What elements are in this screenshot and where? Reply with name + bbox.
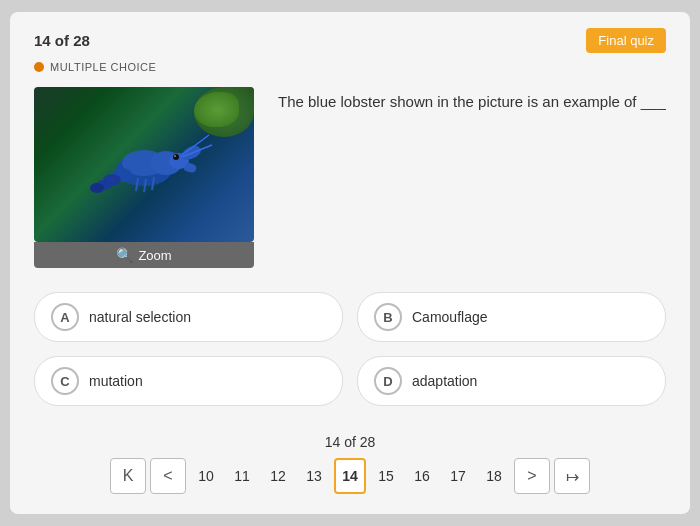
answer-letter-c: C bbox=[51, 367, 79, 395]
lobster-svg bbox=[74, 115, 214, 215]
page-17[interactable]: 17 bbox=[442, 458, 474, 494]
first-page-button[interactable]: K bbox=[110, 458, 146, 494]
svg-point-5 bbox=[90, 183, 104, 193]
answer-letter-d: D bbox=[374, 367, 402, 395]
pagination-nav: K < 10 11 12 13 14 15 16 17 18 > ↦ bbox=[110, 458, 590, 494]
page-15[interactable]: 15 bbox=[370, 458, 402, 494]
question-text: The blue lobster shown in the picture is… bbox=[278, 91, 666, 112]
question-section: The blue lobster shown in the picture is… bbox=[278, 87, 666, 112]
answer-letter-b: B bbox=[374, 303, 402, 331]
zoom-bar[interactable]: 🔍 Zoom bbox=[34, 242, 254, 268]
page-18[interactable]: 18 bbox=[478, 458, 510, 494]
type-dot bbox=[34, 62, 44, 72]
header-row: 14 of 28 Final quiz bbox=[34, 28, 666, 53]
quiz-card: 14 of 28 Final quiz MULTIPLE CHOICE bbox=[10, 12, 690, 514]
lobster-image bbox=[34, 87, 254, 242]
svg-point-13 bbox=[173, 154, 179, 160]
answer-text-b: Camouflage bbox=[412, 309, 488, 325]
pagination-area: 14 of 28 K < 10 11 12 13 14 15 16 17 18 … bbox=[34, 434, 666, 494]
last-page-button[interactable]: ↦ bbox=[554, 458, 590, 494]
answer-text-a: natural selection bbox=[89, 309, 191, 325]
page-16[interactable]: 16 bbox=[406, 458, 438, 494]
question-type-label: MULTIPLE CHOICE bbox=[34, 61, 666, 73]
type-text: MULTIPLE CHOICE bbox=[50, 61, 156, 73]
answer-text-d: adaptation bbox=[412, 373, 477, 389]
page-12[interactable]: 12 bbox=[262, 458, 294, 494]
answers-grid: A natural selection B Camouflage C mutat… bbox=[34, 292, 666, 406]
answer-letter-a: A bbox=[51, 303, 79, 331]
page-13[interactable]: 13 bbox=[298, 458, 330, 494]
prev-page-button[interactable]: < bbox=[150, 458, 186, 494]
answer-option-d[interactable]: D adaptation bbox=[357, 356, 666, 406]
next-page-button[interactable]: > bbox=[514, 458, 550, 494]
answer-option-b[interactable]: B Camouflage bbox=[357, 292, 666, 342]
answer-option-a[interactable]: A natural selection bbox=[34, 292, 343, 342]
svg-point-14 bbox=[174, 155, 176, 157]
zoom-icon: 🔍 bbox=[116, 247, 133, 263]
page-11[interactable]: 11 bbox=[226, 458, 258, 494]
foliage-decor-2 bbox=[194, 92, 239, 127]
answer-option-c[interactable]: C mutation bbox=[34, 356, 343, 406]
image-section: 🔍 Zoom bbox=[34, 87, 254, 268]
zoom-label: Zoom bbox=[138, 248, 171, 263]
answer-text-c: mutation bbox=[89, 373, 143, 389]
page-10[interactable]: 10 bbox=[190, 458, 222, 494]
final-quiz-button[interactable]: Final quiz bbox=[586, 28, 666, 53]
content-area: 🔍 Zoom The blue lobster shown in the pic… bbox=[34, 87, 666, 268]
page-count: 14 of 28 bbox=[325, 434, 376, 450]
question-number: 14 of 28 bbox=[34, 32, 90, 49]
page-14-active[interactable]: 14 bbox=[334, 458, 366, 494]
